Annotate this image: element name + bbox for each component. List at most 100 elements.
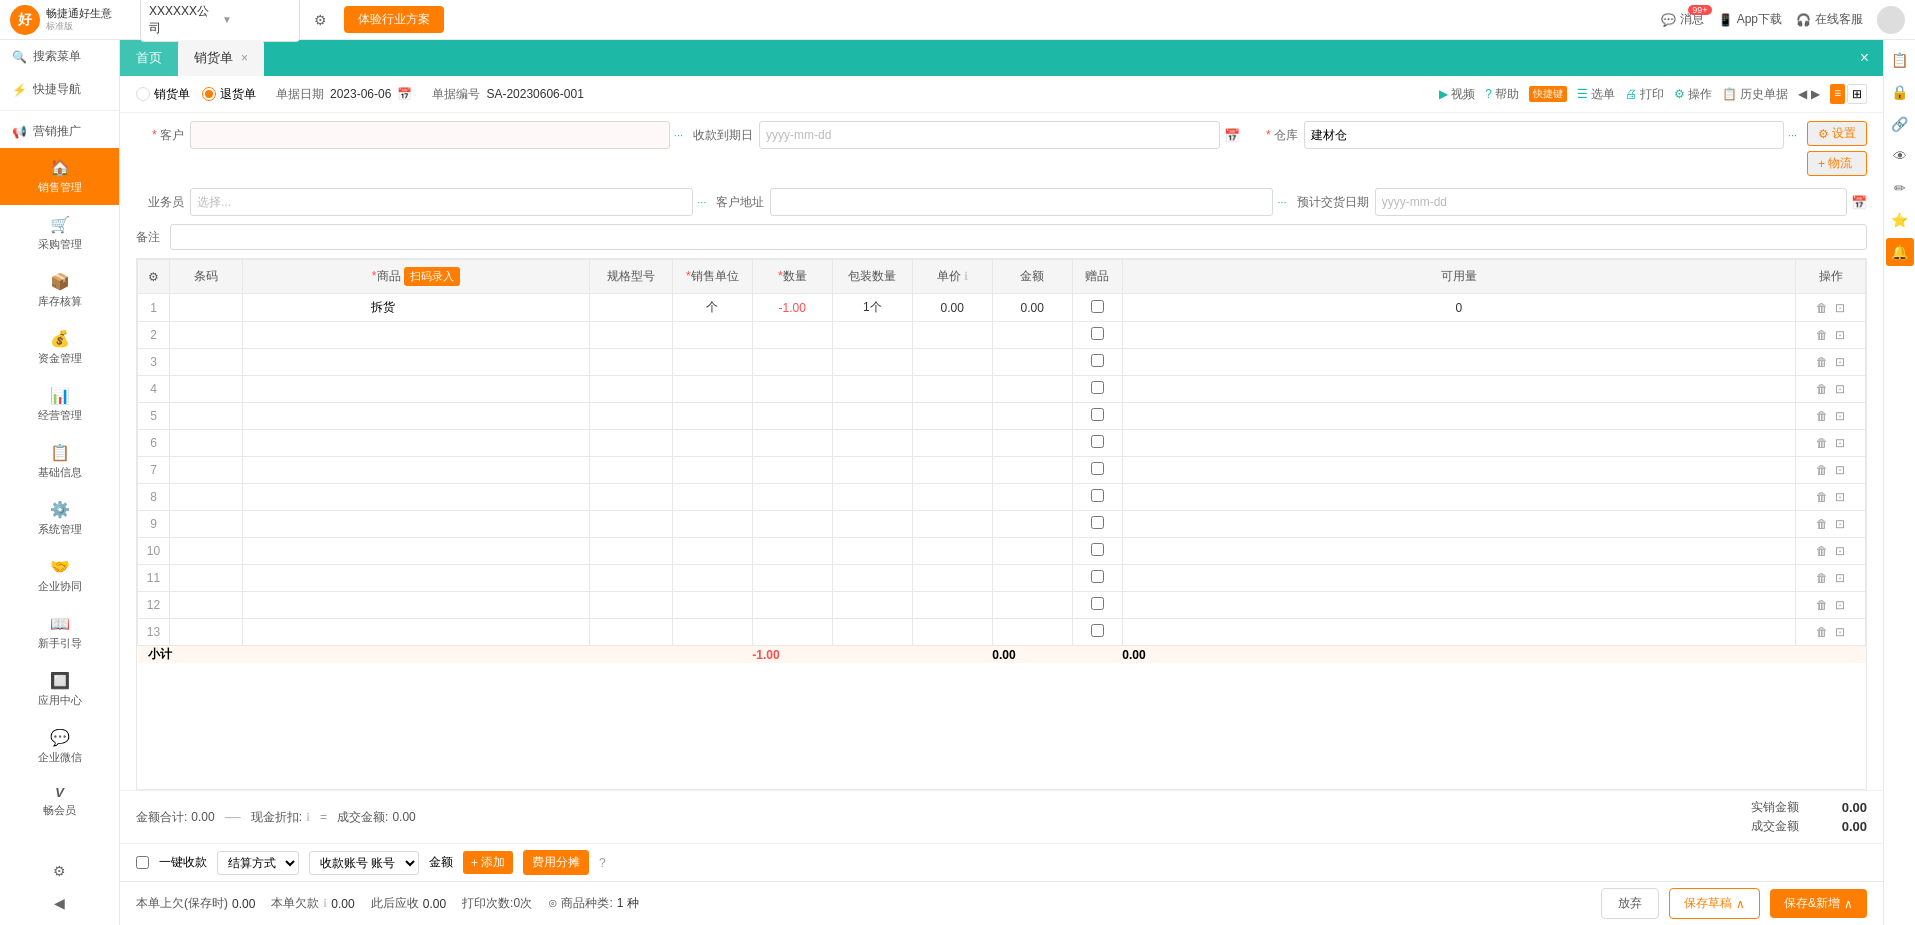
cell-gift-0[interactable] bbox=[1072, 294, 1122, 322]
payment-due-input[interactable] bbox=[759, 121, 1220, 149]
user-avatar[interactable] bbox=[1877, 6, 1905, 34]
payment-account-select[interactable]: 收款账号 账号 bbox=[309, 851, 419, 875]
copy-icon-8[interactable]: ⊡ bbox=[1835, 517, 1845, 531]
copy-icon-3[interactable]: ⊡ bbox=[1835, 382, 1845, 396]
cell-spec-4[interactable] bbox=[589, 403, 672, 430]
copy-icon-1[interactable]: ⊡ bbox=[1835, 328, 1845, 342]
cell-product-0[interactable] bbox=[243, 294, 590, 322]
cell-gift-3[interactable] bbox=[1072, 376, 1122, 403]
cell-barcode-9[interactable] bbox=[170, 538, 243, 565]
cell-barcode-8[interactable] bbox=[170, 511, 243, 538]
copy-icon-12[interactable]: ⊡ bbox=[1835, 625, 1845, 639]
print-btn[interactable]: 🖨 打印 bbox=[1625, 86, 1664, 103]
cell-gift-11[interactable] bbox=[1072, 592, 1122, 619]
save-new-btn[interactable]: 保存&新增 ∧ bbox=[1770, 889, 1867, 918]
customer-addr-dots-btn[interactable]: ··· bbox=[1277, 196, 1286, 208]
sidebar-item-inventory[interactable]: 📦 库存核算 bbox=[0, 262, 119, 319]
cell-gift-6[interactable] bbox=[1072, 457, 1122, 484]
cell-barcode-5[interactable] bbox=[170, 430, 243, 457]
sidebar-item-system[interactable]: ⚙️ 系统管理 bbox=[0, 490, 119, 547]
delete-icon-4[interactable]: 🗑 bbox=[1816, 409, 1828, 423]
select-btn[interactable]: ☰ 选单 bbox=[1577, 86, 1615, 103]
sidebar-item-search[interactable]: 🔍 搜索菜单 bbox=[0, 40, 119, 73]
sidebar-item-wechat[interactable]: 💬 企业微信 bbox=[0, 718, 119, 775]
cell-barcode-11[interactable] bbox=[170, 592, 243, 619]
tab-bar-close-icon[interactable]: × bbox=[1846, 49, 1883, 67]
save-draft-btn[interactable]: 保存草稿 ∧ bbox=[1669, 888, 1760, 919]
copy-icon-10[interactable]: ⊡ bbox=[1835, 571, 1845, 585]
sidebar-collapse-icon[interactable]: ◀ bbox=[46, 889, 74, 917]
customer-addr-input[interactable] bbox=[770, 188, 1273, 216]
customer-dots-btn[interactable]: ··· bbox=[674, 129, 683, 141]
trial-button[interactable]: 体验行业方案 bbox=[344, 6, 444, 33]
cell-spec-8[interactable] bbox=[589, 511, 672, 538]
cell-gift-1[interactable] bbox=[1072, 322, 1122, 349]
discount-info-icon[interactable]: ℹ bbox=[306, 811, 310, 824]
delete-icon-11[interactable]: 🗑 bbox=[1816, 598, 1828, 612]
cell-spec-5[interactable] bbox=[589, 430, 672, 457]
sidebar-item-operations[interactable]: 📊 经营管理 bbox=[0, 376, 119, 433]
cell-spec-9[interactable] bbox=[589, 538, 672, 565]
cell-product-12[interactable] bbox=[243, 619, 590, 646]
online-support-action[interactable]: 🎧 在线客服 bbox=[1796, 11, 1863, 28]
copy-icon-4[interactable]: ⊡ bbox=[1835, 409, 1845, 423]
cell-spec-11[interactable] bbox=[589, 592, 672, 619]
cell-gift-5[interactable] bbox=[1072, 430, 1122, 457]
sidebar-item-sales[interactable]: 🏠 销售管理 bbox=[0, 148, 119, 205]
right-panel-btn-1[interactable]: 📋 bbox=[1886, 46, 1914, 74]
delete-icon-12[interactable]: 🗑 bbox=[1816, 625, 1828, 639]
copy-icon-7[interactable]: ⊡ bbox=[1835, 490, 1845, 504]
sidebar-item-member[interactable]: V 畅会员 bbox=[0, 775, 119, 828]
scan-barcode-btn[interactable]: 扫码录入 bbox=[404, 267, 460, 286]
cell-product-8[interactable] bbox=[243, 511, 590, 538]
cell-gift-12[interactable] bbox=[1072, 619, 1122, 646]
app-download-action[interactable]: 📱 App下载 bbox=[1718, 11, 1782, 28]
right-panel-btn-7[interactable]: 🔔 bbox=[1886, 238, 1914, 266]
delete-icon-8[interactable]: 🗑 bbox=[1816, 517, 1828, 531]
salesperson-input[interactable] bbox=[190, 188, 693, 216]
copy-icon-11[interactable]: ⊡ bbox=[1835, 598, 1845, 612]
cell-product-9[interactable] bbox=[243, 538, 590, 565]
cell-product-1[interactable] bbox=[243, 322, 590, 349]
right-panel-btn-5[interactable]: ✏ bbox=[1886, 174, 1914, 202]
payment-help-icon[interactable]: ? bbox=[599, 856, 606, 870]
cell-product-11[interactable] bbox=[243, 592, 590, 619]
tab-close-icon[interactable]: × bbox=[241, 51, 248, 65]
notes-input[interactable] bbox=[170, 224, 1867, 250]
sidebar-item-appstore[interactable]: 🔲 应用中心 bbox=[0, 661, 119, 718]
delete-icon-2[interactable]: 🗑 bbox=[1816, 355, 1828, 369]
list-view-btn[interactable]: ≡ bbox=[1830, 84, 1845, 104]
cell-gift-2[interactable] bbox=[1072, 349, 1122, 376]
copy-icon-9[interactable]: ⊡ bbox=[1835, 544, 1845, 558]
cell-product-5[interactable] bbox=[243, 430, 590, 457]
th-settings[interactable]: ⚙ bbox=[138, 260, 170, 294]
cell-product-4[interactable] bbox=[243, 403, 590, 430]
tab-home[interactable]: 首页 bbox=[120, 40, 178, 76]
shortcut-btn[interactable]: 快捷键 bbox=[1529, 86, 1567, 102]
prev-page-btn[interactable]: ◀ bbox=[1798, 87, 1807, 101]
delete-icon-7[interactable]: 🗑 bbox=[1816, 490, 1828, 504]
estimated-date-calendar-icon[interactable]: 📅 bbox=[1851, 195, 1867, 210]
copy-icon-6[interactable]: ⊡ bbox=[1835, 463, 1845, 477]
cell-spec-10[interactable] bbox=[589, 565, 672, 592]
help-btn[interactable]: ? 帮助 bbox=[1485, 86, 1519, 103]
grid-view-btn[interactable]: ⊞ bbox=[1847, 84, 1867, 104]
logistics-btn[interactable]: + 物流 bbox=[1807, 151, 1867, 176]
sidebar-item-basics[interactable]: 📋 基础信息 bbox=[0, 433, 119, 490]
add-payment-btn[interactable]: + 添加 bbox=[463, 851, 513, 874]
tab-sales-order[interactable]: 销货单 × bbox=[178, 40, 264, 76]
copy-icon-0[interactable]: ⊡ bbox=[1835, 301, 1845, 315]
right-panel-btn-2[interactable]: 🔒 bbox=[1886, 78, 1914, 106]
cell-barcode-6[interactable] bbox=[170, 457, 243, 484]
right-panel-btn-6[interactable]: ⭐ bbox=[1886, 206, 1914, 234]
cell-barcode-10[interactable] bbox=[170, 565, 243, 592]
cell-product-10[interactable] bbox=[243, 565, 590, 592]
delete-icon-10[interactable]: 🗑 bbox=[1816, 571, 1828, 585]
copy-icon-5[interactable]: ⊡ bbox=[1835, 436, 1845, 450]
delete-icon-6[interactable]: 🗑 bbox=[1816, 463, 1828, 477]
message-action[interactable]: 💬 消息 99+ bbox=[1661, 11, 1704, 28]
warehouse-dots-btn[interactable]: ··· bbox=[1788, 129, 1797, 141]
operation-btn[interactable]: ⚙ 操作 bbox=[1674, 86, 1712, 103]
sidebar-item-funds[interactable]: 💰 资金管理 bbox=[0, 319, 119, 376]
right-panel-btn-3[interactable]: 🔗 bbox=[1886, 110, 1914, 138]
